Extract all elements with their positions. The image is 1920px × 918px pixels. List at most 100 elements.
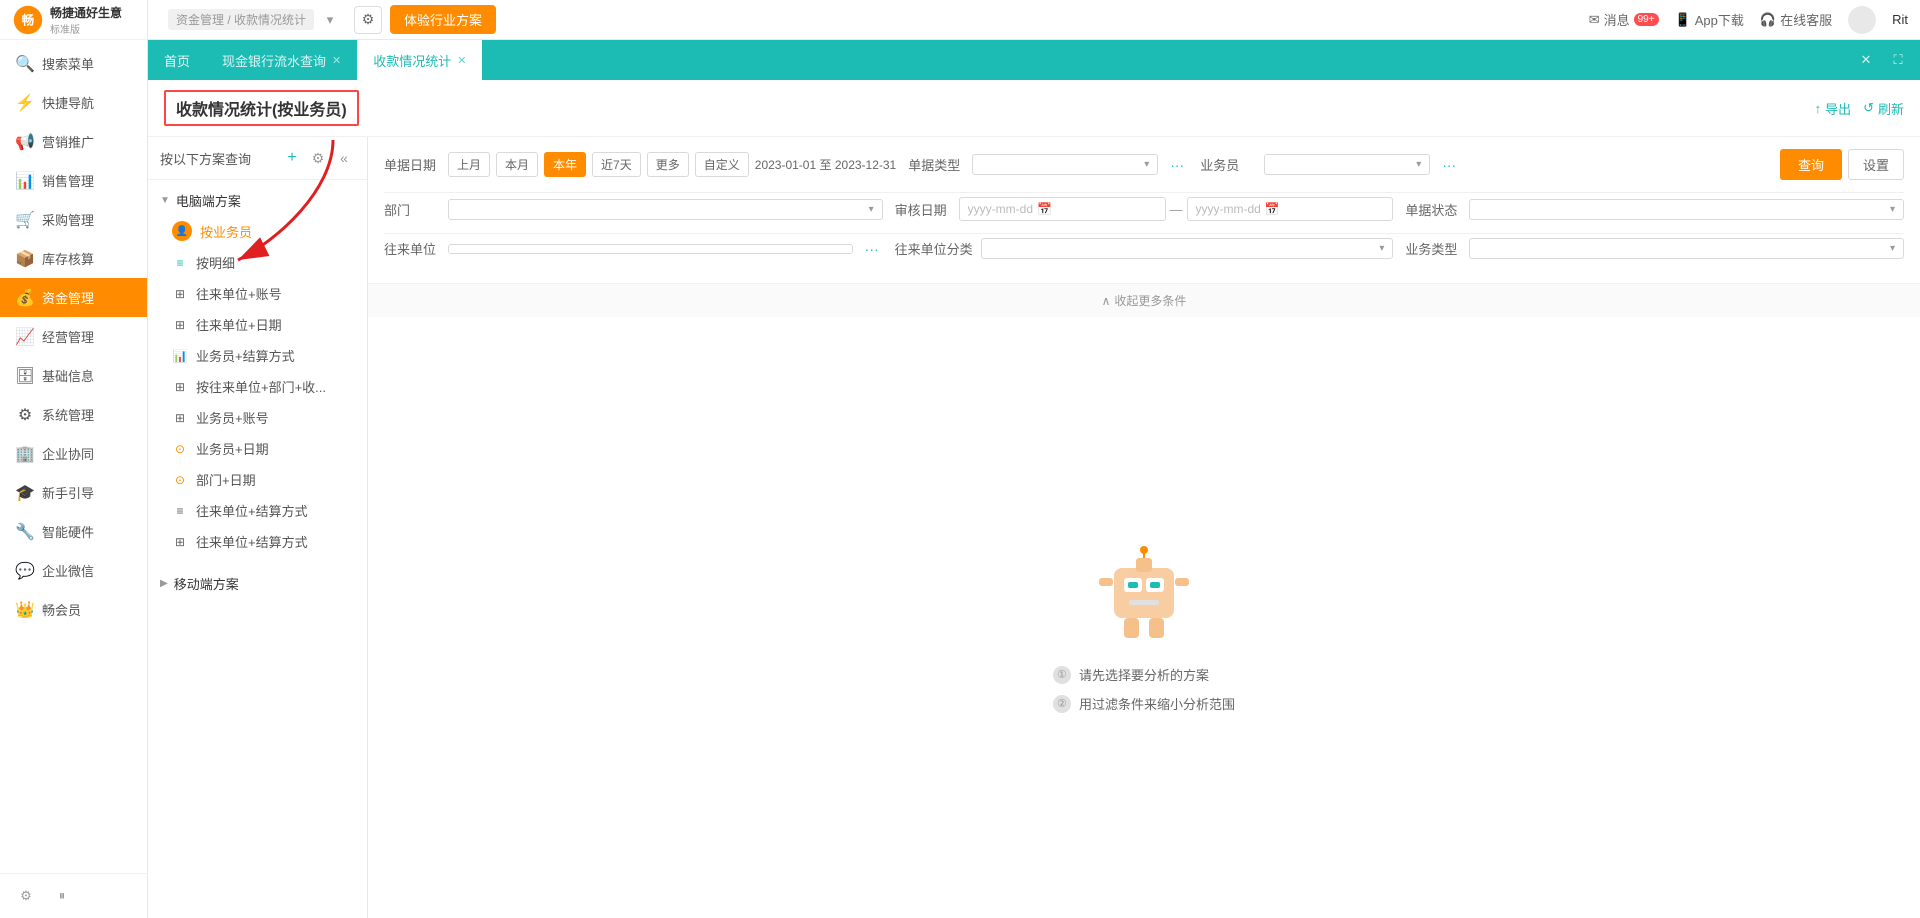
sidebar-settings-btn[interactable]: ⚙ — [12, 882, 40, 910]
date-options-group: 上月 本月 本年 近7天 更多 自定义 2023-01-01 至 2023-12… — [448, 152, 896, 177]
empty-step-1: ① 请先选择要分析的方案 — [1053, 665, 1235, 684]
sidebar-item-purchase[interactable]: 🛒 采购管理 — [0, 200, 147, 239]
scheme-item-3[interactable]: ⊞ 往来单位+日期 — [148, 309, 367, 340]
tab-close-all-btn[interactable]: ✕ — [1852, 46, 1880, 74]
header-gear-btn[interactable]: ⚙ — [354, 6, 382, 34]
user-name[interactable]: Rit — [1892, 12, 1908, 27]
sidebar-item-system[interactable]: ⚙ 系统管理 — [0, 395, 147, 434]
scheme-item-1[interactable]: ≡ 按明细 — [148, 247, 367, 278]
query-btn[interactable]: 查询 — [1780, 149, 1842, 180]
counter-party-cat-select[interactable]: ▾ — [981, 238, 1394, 259]
tab-collection[interactable]: 收款情况统计 ✕ — [357, 40, 482, 80]
quicknav-icon: ⚡ — [16, 94, 34, 112]
sales-icon: 📊 — [16, 172, 34, 190]
counter-party-label: 往来单位 — [384, 239, 440, 258]
scheme-item-10[interactable]: ⊞ 往来单位+结算方式 — [148, 526, 367, 557]
page-title: 收款情况统计(按业务员) — [176, 102, 347, 119]
tab-bar: 首页 现金银行流水查询 ✕ 收款情况统计 ✕ ✕ ⛶ — [148, 40, 1920, 80]
collapse-bar[interactable]: ∧ 收起更多条件 — [368, 283, 1920, 317]
online-service-btn[interactable]: 🎧 在线客服 — [1760, 10, 1832, 29]
dept-label: 部门 — [384, 200, 440, 219]
doc-type-select[interactable]: ▾ — [972, 154, 1158, 175]
message-icon: ✉ — [1589, 12, 1600, 28]
app-download-btn[interactable]: 📱 App下载 — [1675, 10, 1744, 29]
header-dropdown-btn[interactable]: ▾ — [322, 12, 338, 28]
audit-date-start[interactable]: yyyy-mm-dd 📅 — [959, 197, 1166, 221]
action-btns: 查询 设置 — [1780, 149, 1904, 180]
mobile-group-label: 移动端方案 — [174, 574, 239, 593]
empty-steps: ① 请先选择要分析的方案 ② 用过滤条件来缩小分析范围 — [1053, 665, 1235, 713]
collection-tab-close[interactable]: ✕ — [457, 54, 466, 67]
bank-tab-close[interactable]: ✕ — [332, 54, 341, 67]
sidebar-item-enterprise[interactable]: 🏢 企业协同 — [0, 434, 147, 473]
scheme-item-9[interactable]: ≡ 往来单位+结算方式 — [148, 495, 367, 526]
messages-btn[interactable]: ✉ 消息 99+ — [1589, 10, 1659, 29]
biz-type-filter: 业务类型 ▾ — [1405, 238, 1904, 259]
refresh-btn[interactable]: ↺ 刷新 — [1863, 99, 1904, 118]
scheme-item-6[interactable]: ⊞ 业务员+账号 — [148, 402, 367, 433]
date-btn-this-month[interactable]: 本月 — [496, 152, 538, 177]
counter-party-ellipsis[interactable]: ··· — [861, 239, 883, 259]
basic-icon: 🗄 — [16, 367, 34, 385]
scheme-item-2[interactable]: ⊞ 往来单位+账号 — [148, 278, 367, 309]
tab-maximize-btn[interactable]: ⛶ — [1884, 46, 1912, 74]
sidebar-item-operation[interactable]: 📈 经营管理 — [0, 317, 147, 356]
collapse-arrow-icon: ∧ — [1102, 294, 1111, 308]
scheme-settings-btn[interactable]: ⚙ — [307, 147, 329, 169]
user-avatar[interactable] — [1848, 6, 1876, 34]
sidebar-item-wechat[interactable]: 💬 企业微信 — [0, 551, 147, 590]
date-btn-more[interactable]: 更多 — [647, 152, 689, 177]
audit-date-label: 审核日期 — [895, 200, 951, 219]
list-icon-9: ≡ — [172, 503, 188, 519]
sidebar-item-sales[interactable]: 📊 销售管理 — [0, 161, 147, 200]
dept-select[interactable]: ▾ — [448, 199, 883, 220]
scheme-add-btn[interactable]: + — [281, 147, 303, 169]
sidebar-item-quicknav[interactable]: ⚡ 快捷导航 — [0, 83, 147, 122]
date-btn-7days[interactable]: 近7天 — [592, 152, 641, 177]
tab-home[interactable]: 首页 — [148, 40, 206, 80]
main-content: 收款情况统计(按业务员) ↑ 导出 ↺ 刷新 按以下方案查询 + ⚙ « — [148, 80, 1920, 918]
sidebar-item-smarthw[interactable]: 🔧 智能硬件 — [0, 512, 147, 551]
collapse-label: 收起更多条件 — [1114, 292, 1186, 309]
scheme-item-7[interactable]: ⊙ 业务员+日期 — [148, 433, 367, 464]
sidebar-collapse-btn[interactable]: ⏸ — [48, 882, 76, 910]
sidebar-item-inventory[interactable]: 📦 库存核算 — [0, 239, 147, 278]
tab-bank[interactable]: 现金银行流水查询 ✕ — [206, 40, 357, 80]
date-btn-last-month[interactable]: 上月 — [448, 152, 490, 177]
wechat-icon: 💬 — [16, 562, 34, 580]
scheme-item-0[interactable]: 👤 按业务员 — [148, 215, 367, 247]
date-btn-this-year[interactable]: 本年 — [544, 152, 586, 177]
table-icon-6: ⊞ — [172, 410, 188, 426]
scheme-header-btns: + ⚙ « — [281, 147, 355, 169]
doc-type-ellipsis[interactable]: ··· — [1166, 155, 1188, 175]
counter-party-cat-arrow: ▾ — [1379, 243, 1384, 254]
filter-area: 单据日期 上月 本月 本年 近7天 更多 自定义 2023-01-01 至 — [368, 137, 1920, 283]
sidebar-item-guide[interactable]: 🎓 新手引导 — [0, 473, 147, 512]
date-btn-custom[interactable]: 自定义 — [695, 152, 749, 177]
audit-date-end[interactable]: yyyy-mm-dd 📅 — [1187, 197, 1394, 221]
filter-settings-btn[interactable]: 设置 — [1848, 149, 1904, 180]
sidebar-item-search[interactable]: 🔍 搜索菜单 — [0, 44, 147, 83]
salesperson-ellipsis[interactable]: ··· — [1438, 155, 1460, 175]
tab-bar-actions: ✕ ⛶ — [1852, 46, 1920, 74]
scheme-list: ▼ 电脑端方案 👤 按业务员 ≡ 按明细 ⊞ 往来单位+账号 — [148, 180, 367, 918]
sidebar-item-fund[interactable]: 💰 资金管理 — [0, 278, 147, 317]
scheme-group-pc-header[interactable]: ▼ 电脑端方案 — [148, 186, 367, 215]
scheme-group-mobile-header[interactable]: ▶ 移动端方案 — [148, 569, 367, 598]
guide-icon: 🎓 — [16, 484, 34, 502]
scheme-item-8[interactable]: ⊙ 部门+日期 — [148, 464, 367, 495]
filter-separator-1 — [384, 192, 1904, 193]
counter-party-select[interactable] — [448, 244, 853, 254]
scheme-item-4[interactable]: 📊 业务员+结算方式 — [148, 340, 367, 371]
trial-btn[interactable]: 体验行业方案 — [390, 5, 496, 34]
sidebar-item-marketing[interactable]: 📢 营销推广 — [0, 122, 147, 161]
purchase-icon: 🛒 — [16, 211, 34, 229]
scheme-collapse-btn[interactable]: « — [333, 147, 355, 169]
scheme-item-5[interactable]: ⊞ 按往来单位+部门+收... — [148, 371, 367, 402]
salesperson-select[interactable]: ▾ — [1264, 154, 1430, 175]
sidebar-item-member[interactable]: 👑 畅会员 — [0, 590, 147, 629]
doc-status-select[interactable]: ▾ — [1469, 199, 1904, 220]
sidebar-item-basic[interactable]: 🗄 基础信息 — [0, 356, 147, 395]
export-btn[interactable]: ↑ 导出 — [1815, 99, 1852, 118]
biz-type-select[interactable]: ▾ — [1469, 238, 1904, 259]
